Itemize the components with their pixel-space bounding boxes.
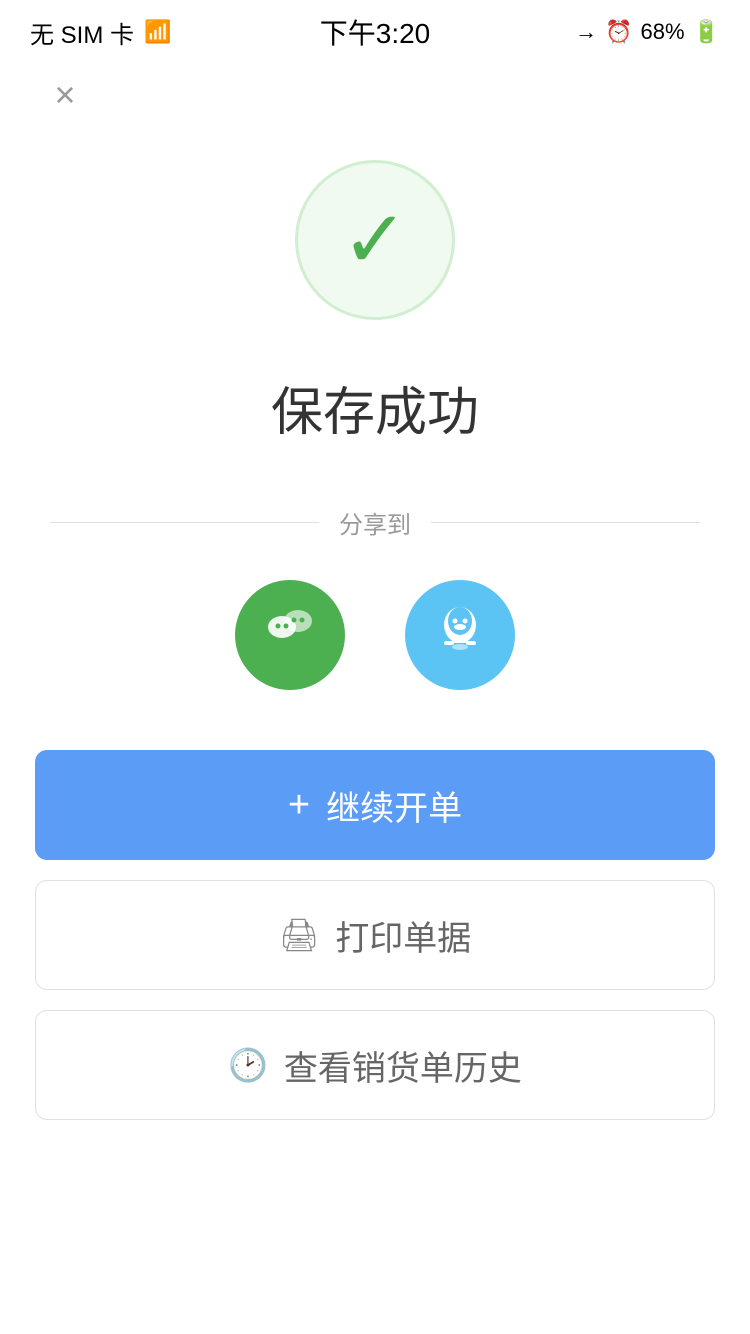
share-icons-row: [235, 580, 515, 690]
status-left: 无 SIM 卡 📶: [30, 15, 171, 50]
history-label: 查看销货单历史: [284, 1041, 522, 1090]
status-time: 下午3:20: [320, 12, 431, 52]
divider-left: [50, 522, 319, 523]
main-content: ✓ 保存成功 分享到: [0, 60, 750, 1334]
battery-icon: 🔋: [693, 19, 720, 45]
status-right: → ⏰ 68% 🔋: [575, 19, 720, 45]
alarm-icon: ⏰: [605, 19, 632, 45]
no-sim-text: 无 SIM 卡: [30, 15, 134, 50]
continue-label: 继续开单: [326, 781, 462, 830]
close-button[interactable]: ×: [40, 70, 90, 120]
wechat-icon: [260, 599, 320, 672]
wechat-share-button[interactable]: [235, 580, 345, 690]
qq-icon: [430, 599, 490, 672]
battery-text: 68%: [641, 19, 685, 45]
continue-order-button[interactable]: + 继续开单: [35, 750, 715, 860]
printer-icon: 🖨: [279, 916, 320, 954]
checkmark-icon: ✓: [341, 200, 408, 280]
status-bar: 无 SIM 卡 📶 下午3:20 → ⏰ 68% 🔋: [0, 0, 750, 60]
history-button[interactable]: 🕑 查看销货单历史: [35, 1010, 715, 1120]
print-button[interactable]: 🖨 打印单据: [35, 880, 715, 990]
print-label: 打印单据: [335, 911, 471, 960]
success-title: 保存成功: [271, 370, 479, 445]
share-label: 分享到: [319, 505, 431, 540]
divider-right: [431, 522, 700, 523]
success-circle: ✓: [295, 160, 455, 320]
qq-share-button[interactable]: [405, 580, 515, 690]
share-section: 分享到: [0, 505, 750, 690]
close-icon: ×: [54, 77, 75, 113]
share-divider-row: 分享到: [0, 505, 750, 540]
location-icon: →: [575, 19, 597, 45]
plus-icon: +: [288, 784, 310, 827]
wifi-icon: 📶: [144, 19, 171, 45]
clock-icon: 🕑: [228, 1046, 268, 1084]
action-buttons: + 继续开单 🖨 打印单据 🕑 查看销货单历史: [35, 750, 715, 1120]
